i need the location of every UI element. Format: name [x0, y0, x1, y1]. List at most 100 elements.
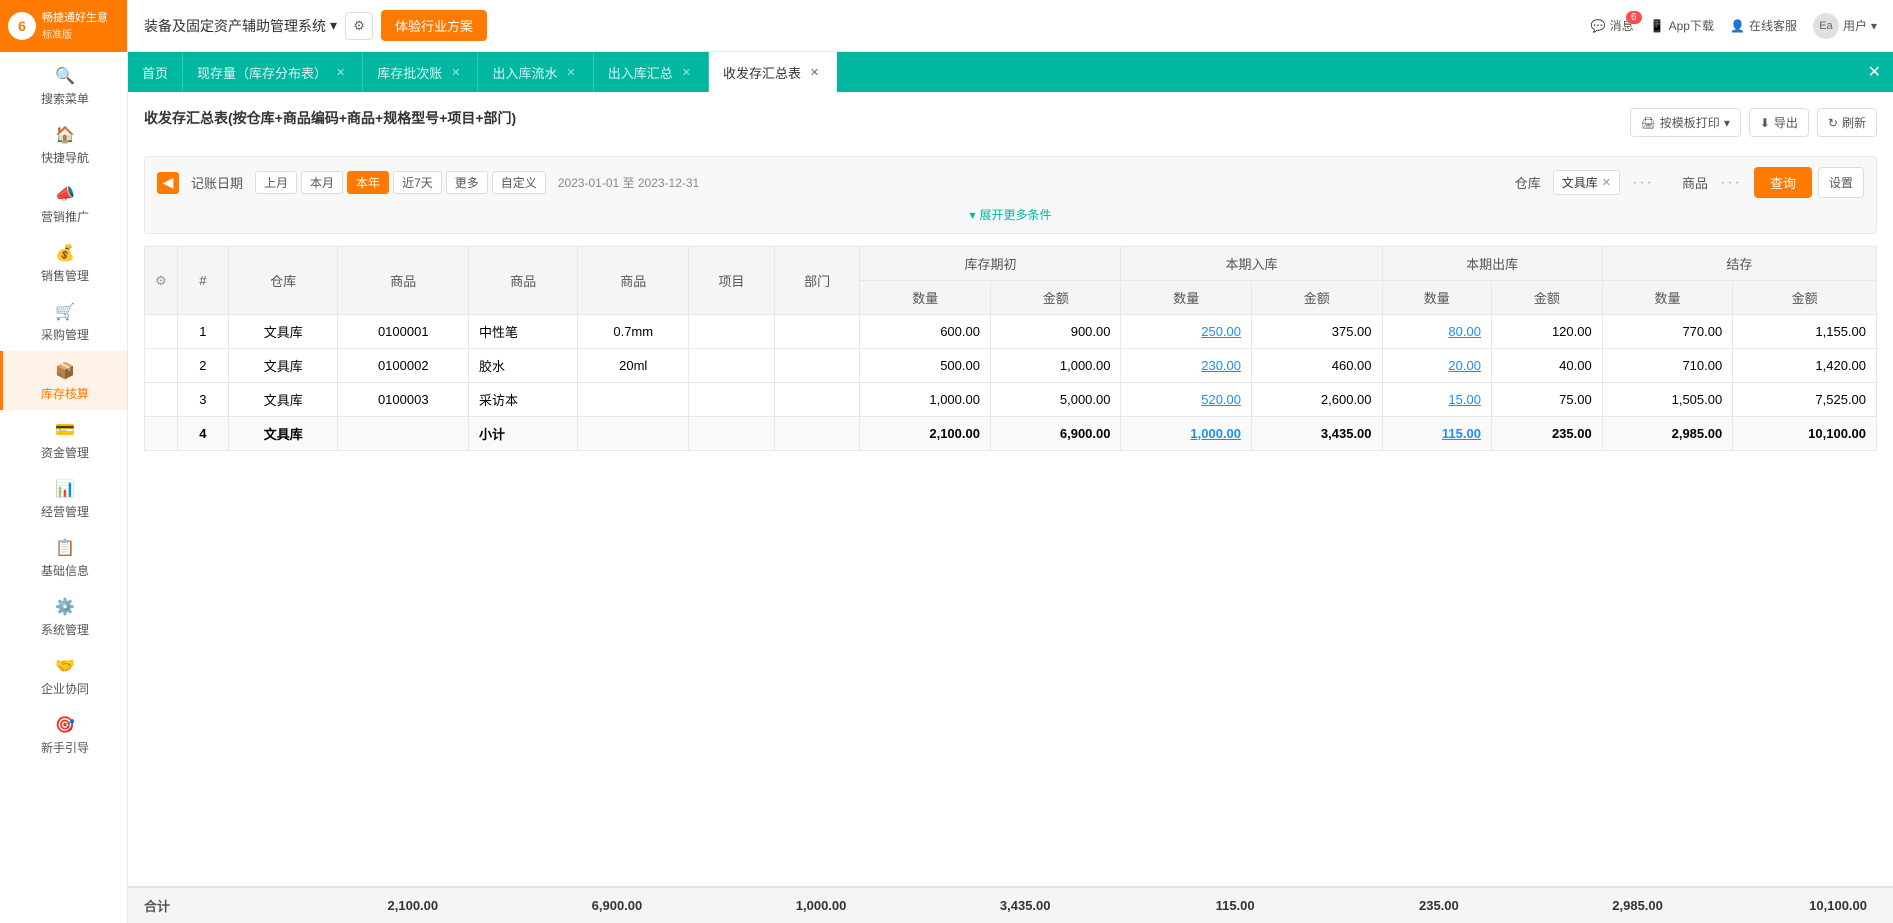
cell-opening-qty: 600.00 — [860, 315, 991, 349]
table-col-settings[interactable]: ⚙ — [145, 247, 178, 315]
sidebar-item-inventory[interactable]: 📦库存核算 — [0, 351, 127, 410]
cell-balance-qty: 710.00 — [1602, 349, 1733, 383]
goods-filter-label: 商品 — [1682, 173, 1708, 192]
footer-out-amt: 235.00 — [1265, 898, 1469, 913]
tab-batch[interactable]: 库存批次账✕ — [363, 52, 478, 92]
sidebar-item-operations[interactable]: 📊经营管理 — [0, 469, 127, 528]
table-header-project: 项目 — [689, 247, 775, 315]
table-sub-out-amt: 金额 — [1491, 281, 1602, 315]
tab-inout-flow[interactable]: 出入库流水✕ — [478, 52, 593, 92]
system-title-dropdown[interactable]: 装备及固定资产辅助管理系统 ▾ — [144, 16, 337, 36]
date-this-month-btn[interactable]: 本月 — [301, 171, 343, 194]
online-service-button[interactable]: 👤 在线客服 — [1730, 17, 1797, 34]
sidebar-item-label: 采购管理 — [41, 326, 89, 343]
footer-in-amt: 3,435.00 — [856, 898, 1060, 913]
sidebar-item-system[interactable]: ⚙️系统管理 — [0, 587, 127, 646]
cell-out-qty[interactable]: 20.00 — [1382, 349, 1491, 383]
system-title-bar: 装备及固定资产辅助管理系统 ▾ ⚙ 体验行业方案 — [144, 10, 1579, 41]
refresh-icon: ↻ — [1828, 116, 1838, 130]
sidebar-item-finance[interactable]: 💳资金管理 — [0, 410, 127, 469]
date-filter-label: 记账日期 — [191, 173, 243, 192]
tab-close-inventory-dist[interactable]: ✕ — [333, 65, 348, 80]
export-button[interactable]: ⬇ 导出 — [1749, 108, 1809, 137]
tab-close-receipt-summary[interactable]: ✕ — [807, 65, 822, 80]
subtotal-balance-qty: 2,985.00 — [1602, 417, 1733, 451]
table-header-dept: 部门 — [774, 247, 860, 315]
sidebar-item-basic-info[interactable]: 📋基础信息 — [0, 528, 127, 587]
date-custom-btn[interactable]: 自定义 — [492, 171, 546, 194]
table-header-opening: 库存期初 — [860, 247, 1121, 281]
table-sub-balance-qty: 数量 — [1602, 281, 1733, 315]
tab-close-inout-flow[interactable]: ✕ — [564, 65, 579, 80]
logo-area: 6 畅捷通好生意 标准版 — [0, 0, 127, 52]
app-download-label: App下载 — [1669, 17, 1714, 34]
cell-goods-spec: 20ml — [578, 349, 689, 383]
message-icon: 💬 — [1591, 19, 1606, 33]
cell-opening-qty: 1,000.00 — [860, 383, 991, 417]
query-button[interactable]: 查询 — [1754, 167, 1812, 198]
purchase-icon: 🛒 — [55, 302, 75, 322]
sidebar-item-sales[interactable]: 💰销售管理 — [0, 233, 127, 292]
settings-button[interactable]: 设置 — [1818, 167, 1864, 198]
cell-out-qty[interactable]: 15.00 — [1382, 383, 1491, 417]
basic-info-icon: 📋 — [55, 538, 75, 558]
subtotal-label: 小计 — [469, 417, 578, 451]
expand-conditions-button[interactable]: ▾ 展开更多条件 — [969, 206, 1051, 223]
refresh-button[interactable]: ↻ 刷新 — [1817, 108, 1877, 137]
table-header-period-out: 本期出库 — [1382, 247, 1602, 281]
date-7days-btn[interactable]: 近7天 — [393, 171, 442, 194]
subtotal-in-qty[interactable]: 1,000.00 — [1121, 417, 1252, 451]
table-header-balance: 结存 — [1602, 247, 1876, 281]
tab-close-batch[interactable]: ✕ — [448, 65, 463, 80]
filter-toggle-button[interactable]: ◀ — [157, 172, 179, 194]
cell-in-qty[interactable]: 250.00 — [1121, 315, 1252, 349]
date-last-month-btn[interactable]: 上月 — [255, 171, 297, 194]
system-settings-button[interactable]: ⚙ — [345, 12, 373, 40]
sidebar-item-label: 销售管理 — [41, 267, 89, 284]
service-icon: 👤 — [1730, 19, 1745, 33]
user-button[interactable]: Ea 用户 ▾ — [1813, 13, 1877, 39]
sidebar-item-guide[interactable]: 🎯新手引导 — [0, 705, 127, 764]
messages-button[interactable]: 💬 消息 6 — [1591, 17, 1634, 34]
sidebar-item-purchase[interactable]: 🛒 采购管理 — [0, 292, 127, 351]
date-this-year-btn[interactable]: 本年 — [347, 171, 389, 194]
sidebar-item-quick-nav[interactable]: 🏠快捷导航 — [0, 115, 127, 174]
sidebar-item-marketing[interactable]: 📣营销推广 — [0, 174, 127, 233]
cell-out-qty[interactable]: 80.00 — [1382, 315, 1491, 349]
cell-in-qty[interactable]: 520.00 — [1121, 383, 1252, 417]
app-download-button[interactable]: 📱 App下载 — [1650, 17, 1714, 34]
cell-project — [689, 349, 775, 383]
warehouse-tag[interactable]: 文具库 ✕ — [1553, 170, 1620, 195]
footer-bar: 合计 2,100.00 6,900.00 1,000.00 3,435.00 1… — [128, 886, 1893, 923]
footer-total-label: 合计 — [144, 896, 244, 915]
search-icon: 🔍 — [55, 66, 75, 86]
cell-in-amt: 2,600.00 — [1252, 383, 1383, 417]
subtotal-out-qty[interactable]: 115.00 — [1382, 417, 1491, 451]
tab-inventory-dist[interactable]: 现存量（库存分布表）✕ — [183, 52, 363, 92]
sidebar: 6 畅捷通好生意 标准版 🔍 搜索菜单 🏠快捷导航📣营销推广💰销售管理 🛒 采购管理 📦库… — [0, 0, 128, 923]
tab-inout-summary[interactable]: 出入库汇总✕ — [594, 52, 709, 92]
inventory-icon: 📦 — [55, 361, 75, 381]
warehouse-tag-close-icon[interactable]: ✕ — [1602, 176, 1611, 189]
goods-dots-button[interactable]: ··· — [1720, 174, 1742, 192]
sidebar-item-label: 新手引导 — [41, 739, 89, 756]
cell-in-qty[interactable]: 230.00 — [1121, 349, 1252, 383]
cell-dept — [774, 383, 860, 417]
table-row: 3 文具库 0100003 采访本 1,000.00 5,000.00 520.… — [145, 383, 1877, 417]
tab-close-inout-summary[interactable]: ✕ — [679, 65, 694, 80]
trial-button[interactable]: 体验行业方案 — [381, 10, 487, 41]
sidebar-item-label: 搜索菜单 — [41, 90, 89, 107]
tab-bar-close-button[interactable]: ✕ — [1856, 62, 1893, 82]
warehouse-dots-button[interactable]: ··· — [1632, 174, 1654, 192]
user-dropdown-icon: ▾ — [1871, 19, 1877, 33]
tab-receipt-summary[interactable]: 收发存汇总表✕ — [709, 52, 837, 92]
table-header-period-in: 本期入库 — [1121, 247, 1382, 281]
sidebar-item-search[interactable]: 🔍 搜索菜单 — [0, 56, 127, 115]
sidebar-item-enterprise[interactable]: 🤝企业协同 — [0, 646, 127, 705]
tab-home[interactable]: 首页 — [128, 52, 183, 92]
sidebar-item-label: 系统管理 — [41, 621, 89, 638]
date-more-btn[interactable]: 更多 — [446, 171, 488, 194]
cell-goods-name: 中性笔 — [469, 315, 578, 349]
print-button[interactable]: 🖨 按模板打印 ▾ — [1630, 108, 1741, 137]
cell-out-amt: 75.00 — [1491, 383, 1602, 417]
